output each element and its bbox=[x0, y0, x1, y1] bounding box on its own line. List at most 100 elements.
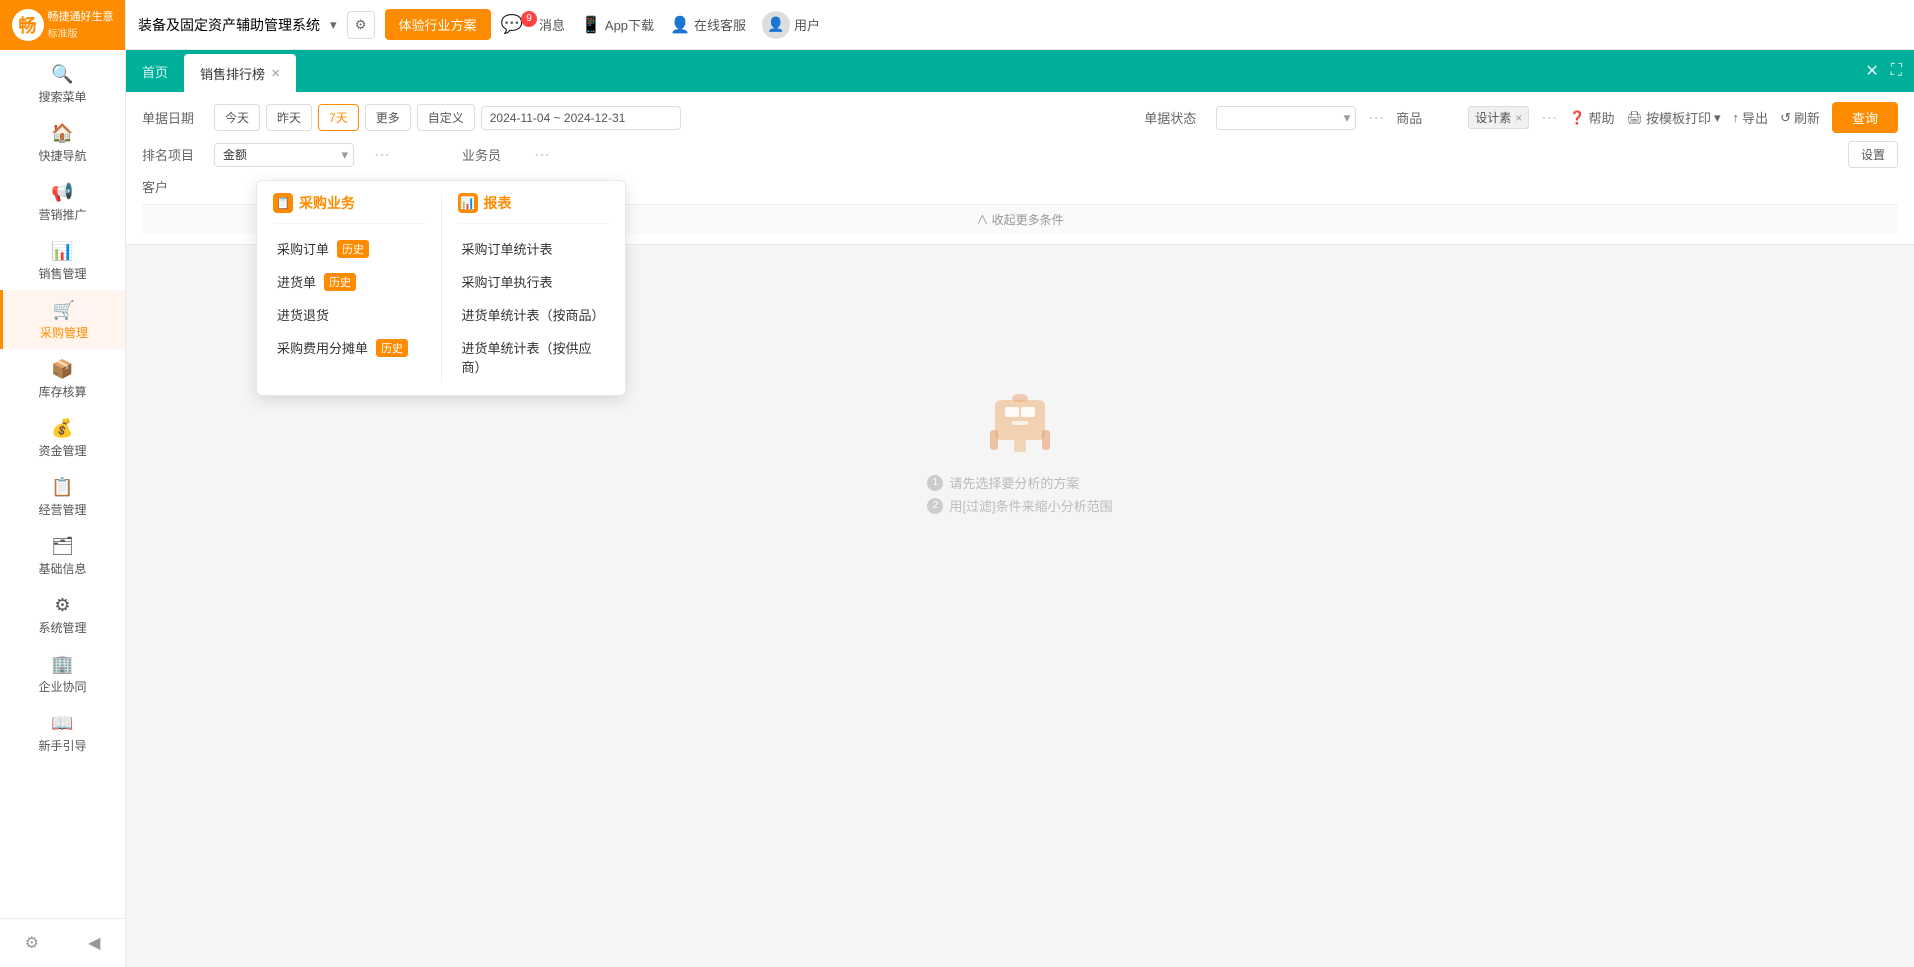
online-service-btn[interactable]: 👤 在线客服 bbox=[670, 15, 746, 35]
dropdown-col-report-header: 📊 报表 bbox=[458, 193, 610, 224]
state-select[interactable] bbox=[1216, 106, 1356, 130]
date-custom-btn[interactable]: 自定义 bbox=[417, 104, 475, 131]
state-label: 单据状态 bbox=[1144, 108, 1204, 127]
date-range-input[interactable]: 2024-11-04 ~ 2024-12-31 bbox=[481, 106, 681, 130]
purchase-dropdown-menu: 📋 采购业务 采购订单 历史 进货单 历史 进货退货 采购费用分摊单 历史 bbox=[256, 180, 626, 396]
purchase-expense-label: 采购费用分摊单 bbox=[277, 338, 368, 357]
sales-icon: 📊 bbox=[51, 241, 73, 262]
logo-text: 畅捷通好生意 标准版 bbox=[48, 10, 114, 40]
dropdown-item-order-exec[interactable]: 采购订单执行表 bbox=[458, 265, 610, 298]
sidebar-item-quicknav[interactable]: 🏠 快捷导航 bbox=[0, 113, 125, 172]
receive-by-product-label: 进货单统计表（按商品） bbox=[462, 305, 605, 324]
message-btn[interactable]: 💬 9 消息 bbox=[501, 14, 565, 35]
purchase-return-label: 进货退货 bbox=[277, 305, 329, 324]
topbar-dropdown-btn[interactable]: ▾ bbox=[330, 17, 337, 33]
print-btn[interactable]: 🖨 按模板打印 ▾ bbox=[1626, 108, 1720, 127]
capital-icon: 💰 bbox=[51, 418, 73, 439]
help-btn[interactable]: ❓ 帮助 bbox=[1569, 108, 1614, 127]
rank-select[interactable]: 金额 bbox=[214, 143, 354, 167]
dot-separator-2: ⋯ bbox=[1541, 108, 1557, 128]
dropdown-item-purchase-order[interactable]: 采购订单 历史 bbox=[273, 232, 425, 265]
empty-illustration bbox=[970, 375, 1070, 465]
hint2-number: 2 bbox=[927, 498, 943, 514]
report-header-icon: 📊 bbox=[458, 193, 478, 213]
purchase-header-icon: 📋 bbox=[273, 193, 293, 213]
export-icon: ↑ bbox=[1733, 110, 1740, 125]
app-download-label: App下载 bbox=[605, 15, 654, 34]
product-label: 商品 bbox=[1396, 108, 1456, 127]
print-dropdown-icon: ▾ bbox=[1714, 110, 1721, 126]
tab-home[interactable]: 首页 bbox=[126, 50, 184, 92]
tab-close-btn[interactable]: ✕ bbox=[271, 67, 280, 80]
date-more-btn[interactable]: 更多 bbox=[365, 104, 411, 131]
inventory-icon: 📦 bbox=[51, 359, 73, 380]
dropdown-col-report: 📊 报表 采购订单统计表 采购订单执行表 进货单统计表（按商品） 进货单统计表（… bbox=[441, 193, 626, 383]
sidebar-item-sales[interactable]: 📊 销售管理 bbox=[0, 231, 125, 290]
tab-sales-ranking[interactable]: 销售排行榜 ✕ bbox=[184, 54, 296, 92]
sidebar-item-basic[interactable]: 🗂 基础信息 bbox=[0, 526, 125, 585]
sidebar-item-operations[interactable]: 📋 经营管理 bbox=[0, 467, 125, 526]
sidebar-nav: 🔍 搜索菜单 🏠 快捷导航 📢 营销推广 📊 销售管理 🛒 采购管理 📦 库存核… bbox=[0, 50, 125, 918]
query-btn[interactable]: 查询 bbox=[1832, 102, 1898, 133]
guide-icon: 📖 bbox=[51, 713, 73, 734]
main-area: 装备及固定资产辅助管理系统 ▾ ⚙ 体验行业方案 💬 9 消息 📱 App下载 … bbox=[126, 0, 1914, 967]
sidebar-item-enterprise[interactable]: 🏢 企业协同 bbox=[0, 644, 125, 703]
operations-icon: 📋 bbox=[51, 477, 73, 498]
app-download-btn[interactable]: 📱 App下载 bbox=[581, 15, 654, 35]
customer-label: 客户 bbox=[142, 177, 202, 196]
product-tag: 设计素 × bbox=[1468, 106, 1529, 129]
empty-hint-2: 2 用[过滤]条件来缩小分析范围 bbox=[927, 496, 1112, 515]
date-7days-btn[interactable]: 7天 bbox=[318, 104, 359, 131]
dropdown-item-purchase-receive[interactable]: 进货单 历史 bbox=[273, 265, 425, 298]
dropdown-item-receive-by-supplier[interactable]: 进货单统计表（按供应商） bbox=[458, 331, 610, 383]
dropdown-item-purchase-expense[interactable]: 采购费用分摊单 历史 bbox=[273, 331, 425, 364]
date-control: 今天 昨天 7天 更多 自定义 2024-11-04 ~ 2024-12-31 bbox=[214, 104, 1132, 131]
sidebar-item-purchase[interactable]: 🛒 采购管理 bbox=[0, 290, 125, 349]
sidebar-item-system[interactable]: ⚙ 系统管理 bbox=[0, 585, 125, 644]
history-badge-3: 历史 bbox=[376, 339, 408, 357]
filter-row-1: 单据日期 今天 昨天 7天 更多 自定义 2024-11-04 ~ 2024-1… bbox=[142, 102, 1898, 133]
product-tag-text: 设计素 bbox=[1475, 109, 1511, 126]
basic-icon: 🗂 bbox=[51, 536, 74, 557]
message-label: 消息 bbox=[539, 15, 565, 34]
dropdown-item-receive-by-product[interactable]: 进货单统计表（按商品） bbox=[458, 298, 610, 331]
purchase-icon: 🛒 bbox=[53, 300, 75, 321]
date-yesterday-btn[interactable]: 昨天 bbox=[266, 104, 312, 131]
topbar-right: 💬 9 消息 📱 App下载 👤 在线客服 👤 用户 bbox=[501, 11, 820, 39]
help-icon: ❓ bbox=[1569, 110, 1585, 126]
content-area: 单据日期 今天 昨天 7天 更多 自定义 2024-11-04 ~ 2024-1… bbox=[126, 92, 1914, 967]
refresh-btn[interactable]: ↺ 刷新 bbox=[1780, 108, 1820, 127]
message-badge: 9 bbox=[521, 11, 537, 27]
date-today-btn[interactable]: 今天 bbox=[214, 104, 260, 131]
rank-label: 排名项目 bbox=[142, 145, 202, 164]
dropdown-item-order-stats[interactable]: 采购订单统计表 bbox=[458, 232, 610, 265]
staff-label: 业务员 bbox=[462, 145, 522, 164]
topbar-settings-btn[interactable]: ⚙ bbox=[347, 11, 375, 39]
tab-close-window-btn[interactable]: ✕ bbox=[1861, 57, 1882, 85]
product-tag-close-btn[interactable]: × bbox=[1515, 111, 1522, 125]
marketing-icon: 📢 bbox=[51, 182, 73, 203]
report-col-title: 报表 bbox=[484, 193, 512, 213]
collapse-label: ∧ 收起更多条件 bbox=[976, 213, 1063, 227]
dropdown-item-purchase-return[interactable]: 进货退货 bbox=[273, 298, 425, 331]
user-btn[interactable]: 👤 用户 bbox=[762, 11, 820, 39]
sidebar-logo: 畅 畅捷通好生意 标准版 bbox=[0, 0, 125, 50]
sidebar-item-marketing[interactable]: 📢 营销推广 bbox=[0, 172, 125, 231]
sidebar-settings-btn[interactable]: ⚙ bbox=[21, 929, 43, 957]
sidebar-collapse-btn[interactable]: ◀ bbox=[84, 929, 104, 957]
sidebar-item-guide[interactable]: 📖 新手引导 bbox=[0, 703, 125, 762]
sidebar: 畅 畅捷通好生意 标准版 🔍 搜索菜单 🏠 快捷导航 📢 营销推广 📊 销售管理… bbox=[0, 0, 126, 967]
sidebar-bottom: ⚙ ◀ bbox=[0, 918, 125, 967]
sidebar-item-search[interactable]: 🔍 搜索菜单 bbox=[0, 54, 125, 113]
trial-button[interactable]: 体验行业方案 bbox=[385, 9, 491, 40]
hint1-text: 请先选择要分析的方案 bbox=[949, 473, 1079, 492]
topbar: 装备及固定资产辅助管理系统 ▾ ⚙ 体验行业方案 💬 9 消息 📱 App下载 … bbox=[126, 0, 1914, 50]
sidebar-item-capital[interactable]: 💰 资金管理 bbox=[0, 408, 125, 467]
settings-btn[interactable]: 设置 bbox=[1848, 141, 1898, 168]
topbar-title: 装备及固定资产辅助管理系统 bbox=[138, 15, 320, 35]
order-stats-label: 采购订单统计表 bbox=[462, 239, 553, 258]
export-btn[interactable]: ↑ 导出 bbox=[1733, 108, 1769, 127]
sidebar-item-inventory[interactable]: 📦 库存核算 bbox=[0, 349, 125, 408]
dot-separator-1: ⋯ bbox=[1368, 108, 1384, 128]
tab-maximize-btn[interactable]: ⛶ bbox=[1887, 58, 1906, 84]
